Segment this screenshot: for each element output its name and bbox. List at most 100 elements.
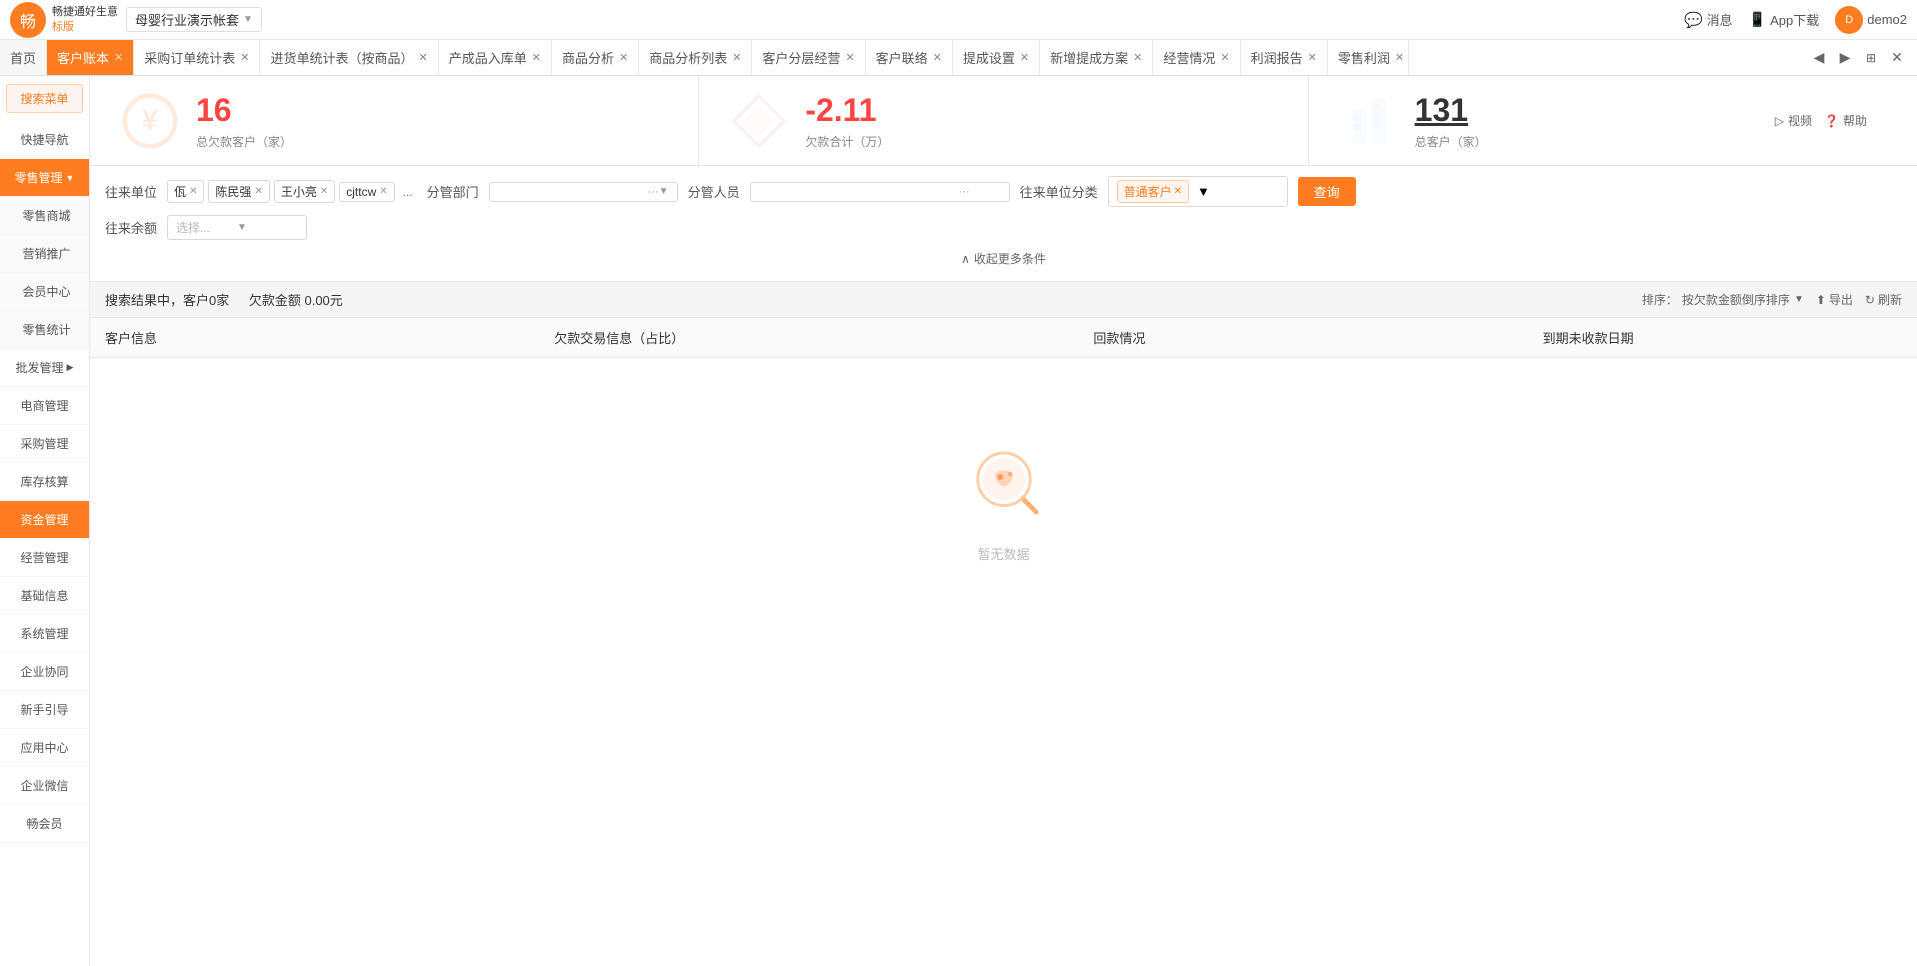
search-menu-btn[interactable]: 搜索菜单: [6, 84, 83, 113]
close-all-tabs-btn[interactable]: ✕: [1885, 46, 1909, 70]
ellipsis-icon: ···: [648, 186, 659, 198]
tab-profit[interactable]: 利润报告 ✕: [1241, 40, 1328, 76]
remove-tag-wang[interactable]: ✕: [320, 186, 328, 197]
app-download-btn[interactable]: 📱 App下载: [1749, 10, 1820, 29]
close-tab-customer-layer[interactable]: ✕: [845, 51, 854, 64]
close-tab-retail-profit[interactable]: ✕: [1395, 51, 1404, 64]
dept-filter-label: 分管部门: [427, 182, 479, 201]
dept-select[interactable]: ··· ▼: [489, 182, 678, 202]
stat-card-right: ▷ 视频 ❓ 帮助: [1775, 112, 1887, 129]
sidebar-item-retail[interactable]: 零售管理 ▼: [0, 159, 89, 197]
category-select[interactable]: 普通客户 ✕ ▼: [1108, 176, 1288, 207]
close-tab-add-commission[interactable]: ✕: [1133, 51, 1142, 64]
filter-tag-wa[interactable]: 佤 ✕: [167, 180, 204, 203]
remove-tag-wa[interactable]: ✕: [189, 186, 197, 197]
sidebar-item-system[interactable]: 系统管理: [0, 615, 89, 653]
remove-tag-cjttcw[interactable]: ✕: [379, 186, 387, 197]
empty-icon: [959, 438, 1049, 528]
sort-select[interactable]: 排序： 按欠款金额倒序排序 ▼: [1642, 291, 1804, 308]
sidebar-item-retail-stats[interactable]: 零售统计: [0, 311, 89, 349]
person-filter-label: 分管人员: [688, 182, 740, 201]
expand-tabs-btn[interactable]: ⊞: [1859, 46, 1883, 70]
store-selector[interactable]: 母婴行业演示帐套 ▼: [126, 7, 262, 32]
tab-home[interactable]: 首页: [0, 40, 47, 76]
close-tab-purchase-goods[interactable]: ✕: [419, 51, 428, 64]
top-bar: 畅 畅捷通好生意 标版 母婴行业演示帐套 ▼ 💬 消息 📱 App下载 D de…: [0, 0, 1917, 40]
sidebar-item-inventory[interactable]: 库存核算: [0, 463, 89, 501]
tab-retail-profit[interactable]: 零售利润 ✕: [1328, 40, 1409, 76]
sidebar-item-retail-mall[interactable]: 零售商城: [0, 197, 89, 235]
user-menu[interactable]: D demo2: [1835, 6, 1907, 34]
logo-area: 畅 畅捷通好生意 标版: [10, 2, 118, 38]
sidebar-item-marketing[interactable]: 营销推广: [0, 235, 89, 273]
close-tab-customer-book[interactable]: ✕: [114, 51, 123, 64]
tab-product-stock[interactable]: 产成品入库单 ✕: [439, 40, 552, 76]
export-icon: ⬆: [1816, 293, 1826, 307]
sidebar-item-management[interactable]: 经营管理: [0, 539, 89, 577]
sidebar-item-purchase[interactable]: 采购管理: [0, 425, 89, 463]
collapse-btn[interactable]: ∧ 收起更多条件: [961, 246, 1046, 271]
close-tab-goods-list[interactable]: ✕: [732, 51, 741, 64]
close-tab-business[interactable]: ✕: [1220, 51, 1229, 64]
play-icon: ▷: [1775, 114, 1784, 128]
tab-customer-book[interactable]: 客户账本 ✕: [47, 40, 134, 76]
balance-arrow-icon: ▼: [237, 222, 298, 233]
refresh-btn[interactable]: ↻ 刷新: [1865, 291, 1902, 308]
sidebar-item-ecommerce[interactable]: 电商管理: [0, 387, 89, 425]
tab-goods-analysis[interactable]: 商品分析 ✕: [552, 40, 639, 76]
tab-purchase-order[interactable]: 采购订单统计表 ✕: [134, 40, 260, 76]
export-btn[interactable]: ⬆ 导出: [1816, 291, 1853, 308]
tab-commission-settings[interactable]: 提成设置 ✕: [953, 40, 1040, 76]
filter-tag-wang[interactable]: 王小亮 ✕: [274, 180, 335, 203]
stat-card-total: 131 总客户（家） ▷ 视频 ❓ 帮助: [1309, 76, 1917, 165]
person-select[interactable]: ···: [750, 182, 1010, 202]
sidebar-item-quick-nav[interactable]: 快捷导航: [0, 121, 89, 159]
close-tab-goods-analysis[interactable]: ✕: [619, 51, 628, 64]
selected-category-tag[interactable]: 普通客户 ✕: [1117, 180, 1189, 203]
person-ellipsis-icon: ···: [959, 186, 1001, 198]
filter-tag-chen[interactable]: 陈民强 ✕: [208, 180, 269, 203]
close-tab-customer-contact[interactable]: ✕: [933, 51, 942, 64]
tab-business[interactable]: 经营情况 ✕: [1153, 40, 1240, 76]
tab-add-commission[interactable]: 新增提成方案 ✕: [1040, 40, 1153, 76]
close-tab-commission-settings[interactable]: ✕: [1020, 51, 1029, 64]
prev-tabs-btn[interactable]: ◀: [1807, 46, 1831, 70]
tab-customer-layer[interactable]: 客户分层经营 ✕: [752, 40, 865, 76]
sidebar-item-wholesale[interactable]: 批发管理 ▶: [0, 349, 89, 387]
sidebar-item-finance[interactable]: 资金管理: [0, 501, 89, 539]
close-tab-product-stock[interactable]: ✕: [532, 51, 541, 64]
remove-tag-chen[interactable]: ✕: [254, 186, 262, 197]
collapse-icon: ∧: [961, 252, 970, 266]
filter-more-btn[interactable]: ...: [399, 183, 417, 201]
next-tabs-btn[interactable]: ▶: [1833, 46, 1857, 70]
sort-arrow-icon: ▼: [1794, 294, 1804, 305]
building-icon: [1339, 91, 1399, 151]
balance-select[interactable]: 选择... ▼: [167, 215, 307, 240]
video-link[interactable]: ▷ 视频: [1775, 112, 1812, 129]
results-bar: 搜索结果中，客户0家 欠款金额 0.00元 排序： 按欠款金额倒序排序 ▼ ⬆ …: [90, 282, 1917, 318]
sidebar-item-wechat-work[interactable]: 企业微信: [0, 767, 89, 805]
tab-purchase-goods[interactable]: 进货单统计表（按商品） ✕: [260, 40, 438, 76]
sidebar-item-member[interactable]: 会员中心: [0, 273, 89, 311]
help-link[interactable]: ❓ 帮助: [1824, 112, 1867, 129]
filter-tag-cjttcw[interactable]: cjttcw ✕: [339, 182, 394, 202]
diamond-icon: [729, 91, 789, 151]
message-icon: 💬: [1684, 11, 1703, 29]
sidebar-item-app-center[interactable]: 应用中心: [0, 729, 89, 767]
sidebar-item-chang-member[interactable]: 畅会员: [0, 805, 89, 843]
tab-customer-contact[interactable]: 客户联络 ✕: [866, 40, 953, 76]
main-layout: 搜索菜单 快捷导航 零售管理 ▼ 零售商城 营销推广 会员中心 零售统计 批发管…: [0, 76, 1917, 966]
sidebar-item-basic-info[interactable]: 基础信息: [0, 577, 89, 615]
results-actions: 排序： 按欠款金额倒序排序 ▼ ⬆ 导出 ↻ 刷新: [1642, 291, 1902, 308]
stat-label-customers: 总欠款客户（家）: [196, 133, 292, 150]
dept-arrow-icon: ▼: [659, 186, 669, 197]
refresh-icon: ↻: [1865, 293, 1875, 307]
tab-goods-list[interactable]: 商品分析列表 ✕: [639, 40, 752, 76]
sidebar-item-enterprise[interactable]: 企业协同: [0, 653, 89, 691]
remove-category-tag[interactable]: ✕: [1174, 186, 1182, 197]
message-btn[interactable]: 💬 消息: [1684, 10, 1733, 29]
sidebar-item-newbie[interactable]: 新手引导: [0, 691, 89, 729]
query-btn[interactable]: 查询: [1298, 177, 1356, 206]
close-tab-purchase-order[interactable]: ✕: [240, 51, 249, 64]
close-tab-profit[interactable]: ✕: [1308, 51, 1317, 64]
